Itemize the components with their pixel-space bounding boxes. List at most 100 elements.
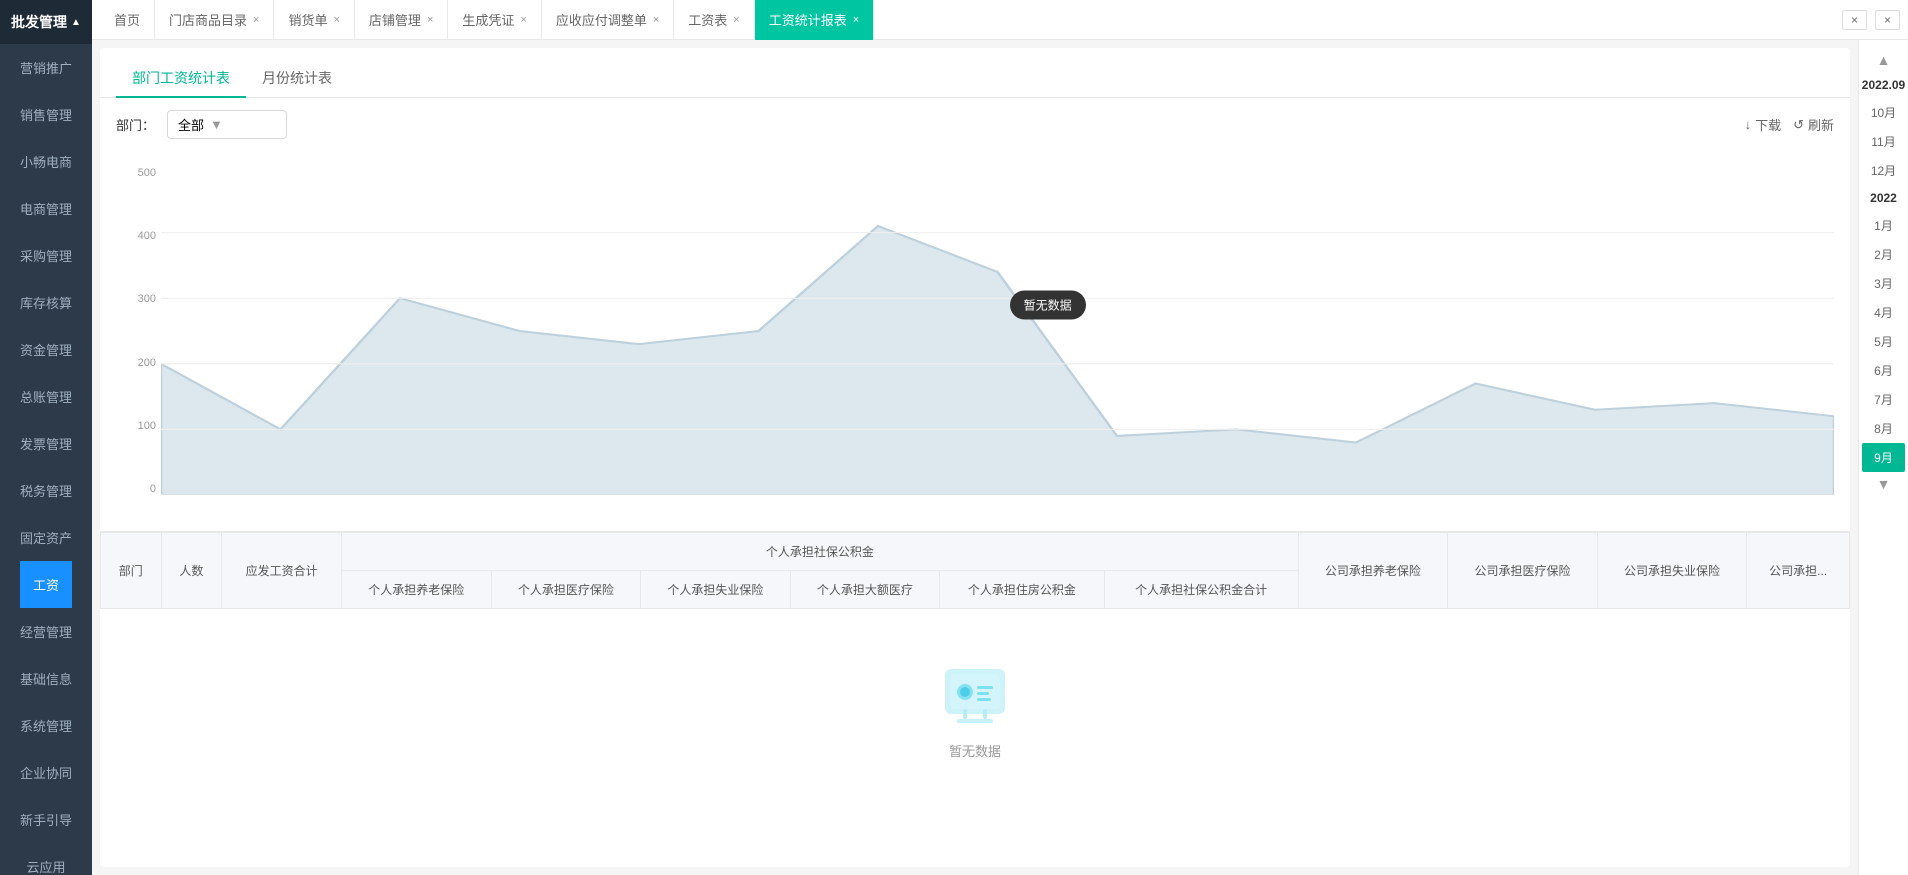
data-table: 部门人数应发工资合计个人承担社保公积金公司承担养老保险公司承担医疗保险公司承担失…	[100, 532, 1850, 800]
tab-close-product-catalog[interactable]: ×	[253, 14, 259, 26]
table-header: 个人承担失业保险	[641, 571, 791, 609]
download-button[interactable]: ↓ 下载	[1745, 115, 1782, 134]
tab-close-salary-report[interactable]: ×	[853, 14, 859, 26]
timeline-item-7月[interactable]: 7月	[1862, 385, 1905, 414]
tab-voucher[interactable]: 生成凭证×	[448, 0, 541, 40]
table-header: 应发工资合计	[222, 533, 342, 609]
sub-tabs: 部门工资统计表月份统计表	[100, 48, 1850, 98]
dept-select-value: 全部	[178, 115, 204, 134]
close-right-button[interactable]: ×	[1875, 10, 1900, 30]
timeline-item-5月[interactable]: 5月	[1862, 327, 1905, 356]
timeline-item-10月[interactable]: 10月	[1862, 98, 1905, 127]
toolbar-actions: ↓ 下载 ↺ 刷新	[1745, 115, 1834, 134]
sidebar-item-salary[interactable]: 工资	[20, 561, 72, 608]
table-header: 个人承担社保公积金合计	[1104, 571, 1298, 609]
timeline-item-1月[interactable]: 1月	[1862, 211, 1905, 240]
chart-area: 5004003002001000 暂无数据	[100, 151, 1850, 531]
sidebar-item-assets[interactable]: 固定资产	[20, 514, 72, 561]
close-all-button[interactable]: ×	[1842, 10, 1867, 30]
table-header: 公司承担养老保险	[1298, 533, 1448, 609]
y-label: 500	[116, 167, 156, 179]
timeline-item-4月[interactable]: 4月	[1862, 298, 1905, 327]
refresh-button[interactable]: ↺ 刷新	[1793, 115, 1834, 134]
tab-close-receivable[interactable]: ×	[653, 14, 659, 26]
table-header: 公司承担失业保险	[1597, 533, 1747, 609]
sidebar-item-ledger[interactable]: 总账管理	[20, 373, 72, 420]
y-label: 300	[116, 293, 156, 305]
sidebar-item-tax[interactable]: 税务管理	[20, 467, 72, 514]
table-header: 个人承担住房公积金	[940, 571, 1104, 609]
sidebar-item-marketing[interactable]: 营销推广	[20, 44, 72, 91]
sidebar-item-operations[interactable]: 经营管理	[20, 608, 72, 655]
empty-state: 暂无数据	[101, 609, 1850, 800]
download-label: 下载	[1755, 115, 1781, 134]
tab-store-management[interactable]: 店铺管理×	[355, 0, 448, 40]
sub-tab-dept-stats[interactable]: 部门工资统计表	[116, 60, 246, 98]
sidebar-header[interactable]: 批发管理 ▲	[0, 0, 92, 44]
no-data-text: 暂无数据	[1024, 298, 1072, 312]
timeline-item-9月[interactable]: 9月	[1862, 443, 1905, 472]
sidebar-item-cloud-apps[interactable]: 云应用	[20, 843, 72, 875]
table-header: 公司承担医疗保险	[1448, 533, 1598, 609]
timeline-year-label: 2022.09	[1862, 72, 1905, 98]
tab-close-voucher[interactable]: ×	[520, 14, 526, 26]
tab-close-all: × ×	[1842, 10, 1900, 30]
timeline-panel: ▲ 2022.0910月11月12月20221月2月3月4月5月6月7月8月9月…	[1858, 40, 1908, 875]
sidebar-item-ecommerce[interactable]: 电商管理	[20, 185, 72, 232]
timeline-year: 2022	[1862, 185, 1905, 211]
sidebar-item-system[interactable]: 系统管理	[20, 702, 72, 749]
sidebar-item-enterprise[interactable]: 企业协同	[20, 749, 72, 796]
download-icon: ↓	[1745, 117, 1752, 132]
chart-no-data-bubble: 暂无数据	[1010, 290, 1086, 319]
tab-sales-order[interactable]: 销货单×	[274, 0, 354, 40]
tab-home[interactable]: 首页	[100, 0, 155, 40]
sidebar-item-guide[interactable]: 新手引导	[20, 796, 72, 843]
table-header: 公司承担...	[1747, 533, 1850, 609]
timeline-down-arrow[interactable]: ▼	[1877, 472, 1891, 496]
y-label: 200	[116, 357, 156, 369]
empty-text: 暂无数据	[949, 741, 1001, 760]
tab-salary-report[interactable]: 工资统计报表×	[755, 0, 874, 40]
timeline-item-3月[interactable]: 3月	[1862, 269, 1905, 298]
chart-main: 暂无数据	[161, 167, 1834, 495]
table-header: 个人承担医疗保险	[491, 571, 641, 609]
dept-label: 部门：	[116, 115, 155, 134]
y-label: 400	[116, 230, 156, 242]
y-label: 100	[116, 420, 156, 432]
sidebar-item-finance[interactable]: 资金管理	[20, 326, 72, 373]
tab-salary-table[interactable]: 工资表×	[674, 0, 754, 40]
timeline-up-arrow[interactable]: ▲	[1877, 48, 1891, 72]
timeline-item-8月[interactable]: 8月	[1862, 414, 1905, 443]
tab-close-sales-order[interactable]: ×	[333, 14, 339, 26]
refresh-icon: ↺	[1793, 117, 1804, 133]
table-row: 暂无数据	[101, 609, 1850, 801]
sidebar-item-sales[interactable]: 销售管理	[20, 91, 72, 138]
table-header-group: 个人承担社保公积金	[342, 533, 1299, 571]
sidebar-item-purchase[interactable]: 采购管理	[20, 232, 72, 279]
chart-container: 5004003002001000 暂无数据	[116, 167, 1834, 515]
sidebar-toggle-icon: ▲	[71, 17, 81, 28]
sub-tab-monthly-stats[interactable]: 月份统计表	[246, 60, 348, 98]
timeline-item-6月[interactable]: 6月	[1862, 356, 1905, 385]
dept-select[interactable]: 全部 ▼	[167, 110, 287, 139]
sidebar-item-invoice[interactable]: 发票管理	[20, 420, 72, 467]
table-header: 个人承担养老保险	[342, 571, 492, 609]
sidebar-item-basic-info[interactable]: 基础信息	[20, 655, 72, 702]
table-header: 部门	[101, 533, 162, 609]
chart-svg	[161, 167, 1834, 495]
sidebar-item-mini-ecommerce[interactable]: 小畅电商	[20, 138, 72, 185]
timeline-item-2月[interactable]: 2月	[1862, 240, 1905, 269]
tab-receivable[interactable]: 应收应付调整单×	[542, 0, 674, 40]
tab-close-store-management[interactable]: ×	[427, 14, 433, 26]
chart-area-path	[161, 226, 1834, 495]
sidebar-item-inventory[interactable]: 库存核算	[20, 279, 72, 326]
table-area[interactable]: 部门人数应发工资合计个人承担社保公积金公司承担养老保险公司承担医疗保险公司承担失…	[100, 531, 1850, 867]
tab-close-salary-table[interactable]: ×	[733, 14, 739, 26]
timeline-item-11月[interactable]: 11月	[1862, 127, 1905, 156]
main-content: 首页门店商品目录×销货单×店铺管理×生成凭证×应收应付调整单×工资表×工资统计报…	[92, 0, 1908, 875]
timeline-item-12月[interactable]: 12月	[1862, 156, 1905, 185]
tab-product-catalog[interactable]: 门店商品目录×	[155, 0, 274, 40]
table-header: 人数	[161, 533, 222, 609]
chart-y-labels: 5004003002001000	[116, 167, 156, 495]
toolbar: 部门： 全部 ▼ ↓ 下载 ↺ 刷新	[100, 98, 1850, 151]
